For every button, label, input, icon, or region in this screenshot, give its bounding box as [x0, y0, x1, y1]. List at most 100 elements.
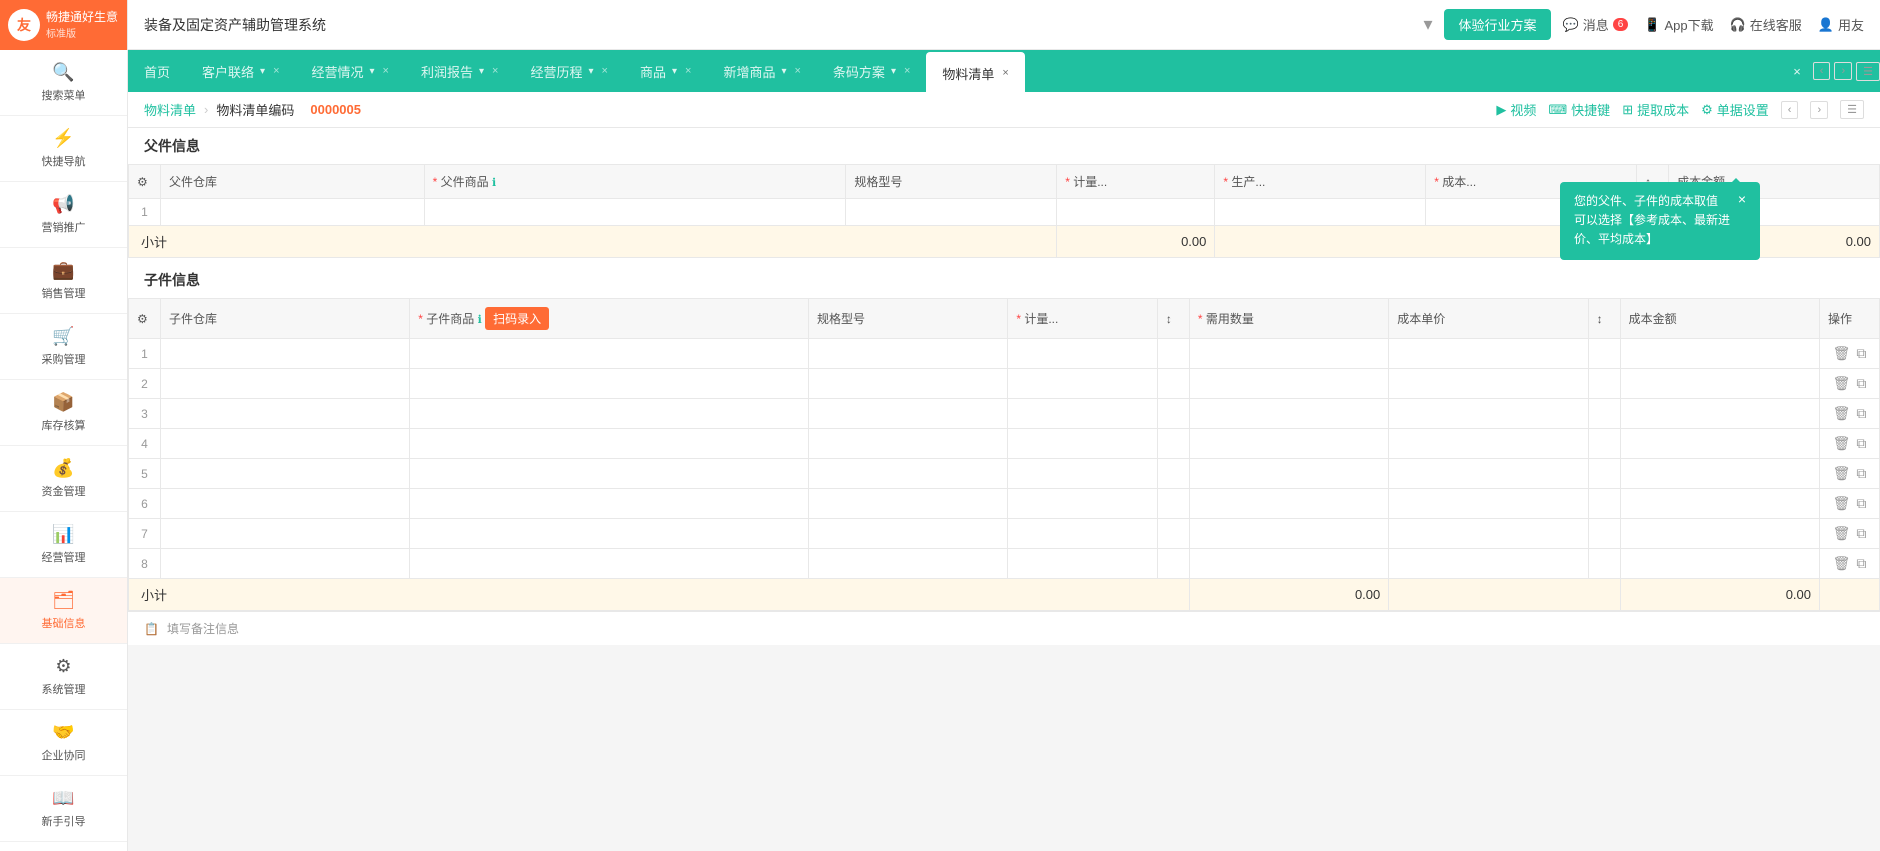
- child-qty-cell[interactable]: [1189, 429, 1388, 459]
- copy-icon[interactable]: ⧉: [1856, 525, 1866, 542]
- note-text[interactable]: 填写备注信息: [167, 620, 239, 637]
- child-warehouse-cell[interactable]: [161, 429, 410, 459]
- child-product-cell[interactable]: [410, 489, 809, 519]
- child-unit-cell[interactable]: [1008, 489, 1158, 519]
- tooltip-close-button[interactable]: ×: [1738, 192, 1746, 206]
- child-qty-cell[interactable]: [1189, 519, 1388, 549]
- online-service-action[interactable]: 🎧 在线客服: [1730, 15, 1802, 34]
- child-warehouse-cell[interactable]: [161, 399, 410, 429]
- tab-close-icon[interactable]: ×: [1002, 67, 1008, 79]
- child-unit-cell[interactable]: [1008, 369, 1158, 399]
- tab-close-icon[interactable]: ×: [794, 65, 800, 77]
- tab-close-icon[interactable]: ×: [602, 65, 608, 77]
- sidebar-item-inventory[interactable]: 📦 库存核算: [0, 380, 127, 446]
- sidebar-item-guide[interactable]: 📖 新手引导: [0, 776, 127, 842]
- child-cost-cell[interactable]: [1389, 519, 1588, 549]
- tab-close-icon[interactable]: ×: [685, 65, 691, 77]
- delete-icon[interactable]: 🗑: [1833, 465, 1851, 482]
- copy-icon[interactable]: ⧉: [1856, 465, 1866, 482]
- try-button[interactable]: 体验行业方案: [1444, 9, 1550, 40]
- child-warehouse-cell[interactable]: [161, 339, 410, 369]
- tab-home[interactable]: 首页: [128, 50, 186, 92]
- child-qty-cell[interactable]: [1189, 489, 1388, 519]
- child-unit-cell[interactable]: [1008, 429, 1158, 459]
- sidebar-item-operations[interactable]: 📊 经营管理: [0, 512, 127, 578]
- child-cost-cell[interactable]: [1389, 429, 1588, 459]
- child-product-cell[interactable]: [410, 339, 809, 369]
- child-spec-cell[interactable]: [808, 549, 1007, 579]
- tab-operations[interactable]: 经营情况 ▾ ×: [296, 50, 405, 92]
- child-product-cell[interactable]: [410, 549, 809, 579]
- tab-customers[interactable]: 客户联络 ▾ ×: [186, 50, 295, 92]
- child-spec-cell[interactable]: [808, 399, 1007, 429]
- th-settings[interactable]: ⚙: [129, 165, 161, 199]
- copy-icon[interactable]: ⧉: [1856, 375, 1866, 392]
- sidebar-item-marketing[interactable]: 📢 营销推广: [0, 182, 127, 248]
- sidebar-item-quicknav[interactable]: ⚡ 快捷导航: [0, 116, 127, 182]
- tab-new-goods[interactable]: 新增商品 ▾ ×: [707, 50, 816, 92]
- child-spec-cell[interactable]: [808, 339, 1007, 369]
- copy-icon[interactable]: ⧉: [1856, 405, 1866, 422]
- sidebar-item-collab[interactable]: 🤝 企业协同: [0, 710, 127, 776]
- tab-close-icon[interactable]: ×: [904, 65, 910, 77]
- sidebar-item-basic[interactable]: 🗂 基础信息: [0, 578, 127, 644]
- child-qty-cell[interactable]: [1189, 549, 1388, 579]
- th-child-settings[interactable]: ⚙: [129, 299, 161, 339]
- copy-icon[interactable]: ⧉: [1856, 345, 1866, 362]
- child-spec-cell[interactable]: [808, 459, 1007, 489]
- parent-warehouse-cell[interactable]: [161, 199, 425, 226]
- child-product-cell[interactable]: [410, 399, 809, 429]
- sidebar-item-sales[interactable]: 💼 销售管理: [0, 248, 127, 314]
- sidebar-item-finance[interactable]: 💰 资金管理: [0, 446, 127, 512]
- delete-icon[interactable]: 🗑: [1833, 435, 1851, 452]
- sidebar-item-search[interactable]: 🔍 搜索菜单: [0, 50, 127, 116]
- app-download-action[interactable]: 📱 App下载: [1644, 15, 1713, 34]
- child-warehouse-cell[interactable]: [161, 369, 410, 399]
- child-cost-cell[interactable]: [1389, 549, 1588, 579]
- child-unit-cell[interactable]: [1008, 339, 1158, 369]
- view-video-action[interactable]: ▶ 视频: [1496, 100, 1536, 119]
- child-product-cell[interactable]: [410, 519, 809, 549]
- parent-unit-cell[interactable]: [1057, 199, 1215, 226]
- child-product-cell[interactable]: [410, 459, 809, 489]
- sidebar-item-system[interactable]: ⚙ 系统管理: [0, 644, 127, 710]
- child-warehouse-cell[interactable]: [161, 549, 410, 579]
- scan-button[interactable]: 扫码录入: [485, 307, 549, 330]
- child-product-cell[interactable]: [410, 429, 809, 459]
- delete-icon[interactable]: 🗑: [1833, 345, 1851, 362]
- copy-icon[interactable]: ⧉: [1856, 495, 1866, 512]
- child-cost-cell[interactable]: [1389, 369, 1588, 399]
- page-nav-prev[interactable]: ‹: [1781, 101, 1799, 119]
- parent-product-cell[interactable]: [424, 199, 846, 226]
- single-settings-action[interactable]: ⚙ 单据设置: [1701, 100, 1769, 119]
- tab-history[interactable]: 经营历程 ▾ ×: [514, 50, 623, 92]
- child-cost-cell[interactable]: [1389, 489, 1588, 519]
- child-spec-cell[interactable]: [808, 489, 1007, 519]
- message-action[interactable]: 💬 消息 6: [1563, 15, 1629, 34]
- nav-next-btn[interactable]: ›: [1834, 62, 1852, 80]
- tab-goods[interactable]: 商品 ▾ ×: [624, 50, 707, 92]
- child-warehouse-cell[interactable]: [161, 489, 410, 519]
- user-action[interactable]: 👤 用友: [1818, 15, 1864, 34]
- child-product-cell[interactable]: [410, 369, 809, 399]
- parent-spec-cell[interactable]: [846, 199, 1057, 226]
- delete-icon[interactable]: 🗑: [1833, 495, 1851, 512]
- copy-icon[interactable]: ⧉: [1856, 435, 1866, 452]
- extract-cost-action[interactable]: ⊞ 提取成本: [1622, 100, 1689, 119]
- delete-icon[interactable]: 🗑: [1833, 405, 1851, 422]
- tab-barcode[interactable]: 条码方案 ▾ ×: [817, 50, 926, 92]
- child-qty-cell[interactable]: [1189, 399, 1388, 429]
- nav-prev-btn[interactable]: ‹: [1813, 62, 1831, 80]
- child-spec-cell[interactable]: [808, 429, 1007, 459]
- tab-close-icon[interactable]: ×: [273, 65, 279, 77]
- child-warehouse-cell[interactable]: [161, 459, 410, 489]
- child-qty-cell[interactable]: [1189, 459, 1388, 489]
- child-cost-cell[interactable]: [1389, 459, 1588, 489]
- nav-menu-btn[interactable]: ☰: [1856, 62, 1880, 81]
- breadcrumb-parent[interactable]: 物料清单: [144, 100, 196, 119]
- nav-close-all[interactable]: ×: [1785, 64, 1809, 79]
- delete-icon[interactable]: 🗑: [1833, 555, 1851, 572]
- copy-icon[interactable]: ⧉: [1856, 555, 1866, 572]
- child-cost-cell[interactable]: [1389, 339, 1588, 369]
- delete-icon[interactable]: 🗑: [1833, 375, 1851, 392]
